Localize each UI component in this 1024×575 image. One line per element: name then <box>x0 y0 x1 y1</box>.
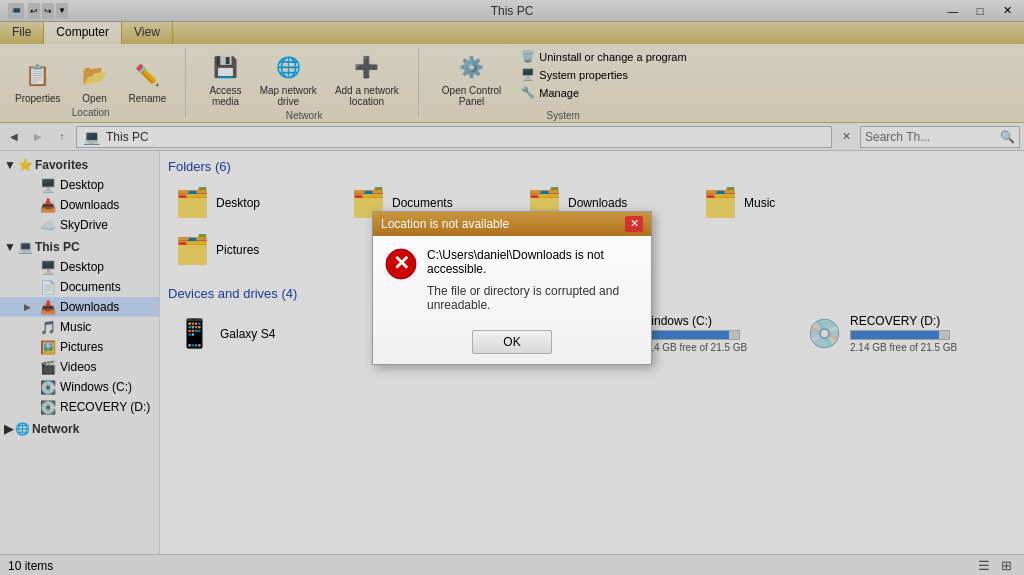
error-icon: ✕ <box>385 248 417 287</box>
dialog-body: ✕ C:\Users\daniel\Downloads is not acces… <box>373 236 651 324</box>
error-dialog: Location is not available ✕ ✕ C:\Users\d… <box>372 211 652 365</box>
dialog-footer: OK <box>373 324 651 364</box>
dialog-close-button[interactable]: ✕ <box>625 216 643 232</box>
dialog-ok-button[interactable]: OK <box>472 330 552 354</box>
svg-text:✕: ✕ <box>393 252 410 274</box>
dialog-message1: C:\Users\daniel\Downloads is not accessi… <box>427 248 639 276</box>
dialog-overlay: Location is not available ✕ ✕ C:\Users\d… <box>0 0 1024 575</box>
dialog-title-text: Location is not available <box>381 217 509 231</box>
dialog-message2: The file or directory is corrupted and u… <box>427 284 639 312</box>
dialog-title-bar: Location is not available ✕ <box>373 212 651 236</box>
dialog-text: C:\Users\daniel\Downloads is not accessi… <box>427 248 639 312</box>
